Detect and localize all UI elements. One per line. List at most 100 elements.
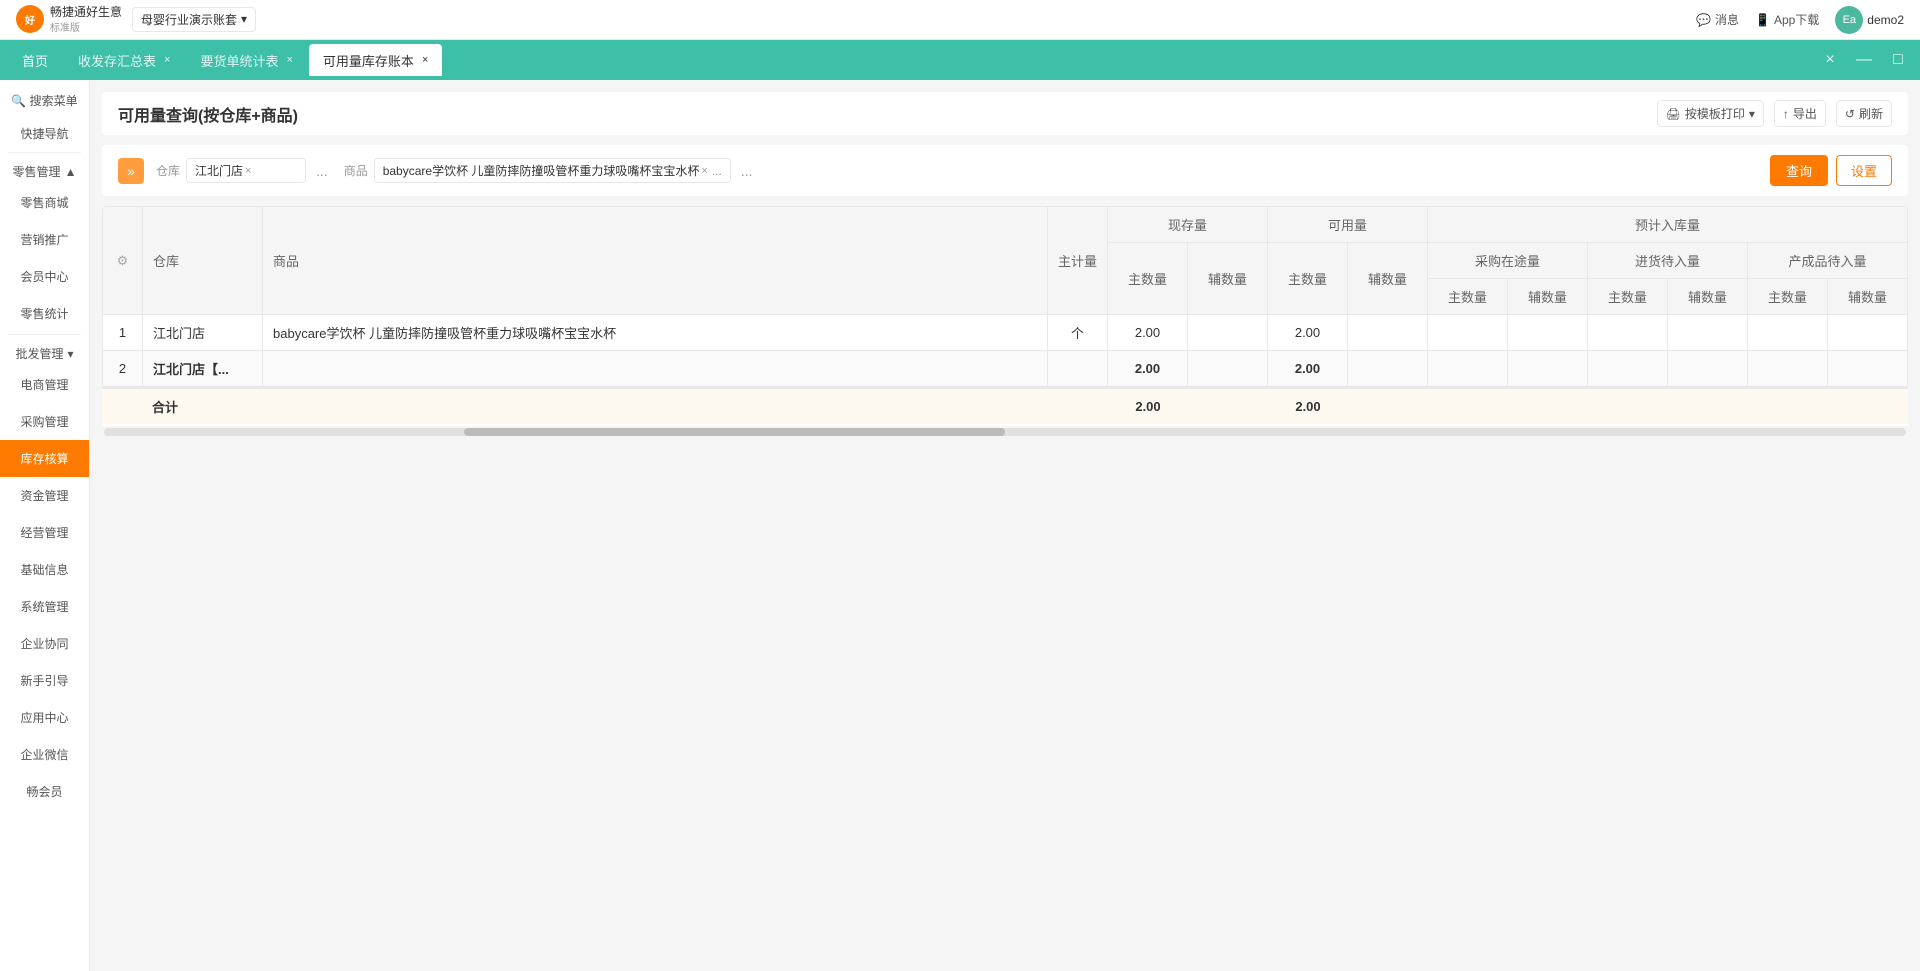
sidebar-item-inventory[interactable]: 库存核算 <box>0 440 89 477</box>
td-inbound-main-2 <box>1588 351 1668 387</box>
product-filter-tags[interactable]: babycare学饮杯 儿童防摔防撞吸管杯重力球吸嘴杯宝宝水杯 × ... <box>374 158 731 183</box>
product-more[interactable]: ... <box>712 164 722 178</box>
logo-sub: 标准版 <box>50 19 122 34</box>
td-unit-2 <box>1047 351 1107 387</box>
sidebar-quick-nav[interactable]: 快捷导航 <box>0 117 89 150</box>
logo-area: 好 畅捷通好生意 标准版 <box>16 5 122 34</box>
top-bar: 好 畅捷通好生意 标准版 母婴行业演示账套 ▾ 💬 消息 📱 App下载 Ea … <box>0 0 1920 40</box>
product-tag-1-close[interactable]: × <box>701 165 707 177</box>
sidebar-item-ecommerce-label: 电商管理 <box>20 376 68 393</box>
sidebar-item-member[interactable]: 会员中心 <box>0 258 89 295</box>
td-purchase-aux-1 <box>1508 315 1588 351</box>
nav-tabs: 首页 收发存汇总表 × 要货单统计表 × 可用量库存账本 × × — □ <box>0 40 1920 80</box>
sidebar-item-wholesale-label: 批发管理 <box>15 345 63 362</box>
td-avail-main-2: 2.00 <box>1268 351 1348 387</box>
td-warehouse-1: 江北门店 <box>143 315 263 351</box>
export-btn[interactable]: ↑ 导出 <box>1774 100 1826 127</box>
sidebar-item-wechat-label: 企业微信 <box>20 746 68 763</box>
tab-available-stock[interactable]: 可用量库存账本 × <box>309 44 442 76</box>
industry-label: 母婴行业演示账套 <box>141 11 237 28</box>
th-group-avail: 可用量 <box>1268 207 1428 243</box>
filter-expand-btn[interactable]: » <box>118 158 144 184</box>
sidebar-divider-1 <box>8 152 81 153</box>
td-stock-aux-1 <box>1188 315 1268 351</box>
tab-order-stats-close[interactable]: × <box>286 54 292 66</box>
sidebar-item-newbie[interactable]: 新手引导 <box>0 662 89 699</box>
warehouse-filter-tags[interactable]: 江北门店 × <box>186 158 306 183</box>
sidebar-item-ecommerce[interactable]: 电商管理 <box>0 366 89 403</box>
app-icon: 📱 <box>1755 13 1770 27</box>
tab-available-stock-close[interactable]: × <box>422 54 428 66</box>
sidebar-search-label: 搜索菜单 <box>30 94 78 108</box>
warehouse-filter-ellipsis[interactable]: ... <box>316 163 328 179</box>
data-table: ⚙ 仓库 商品 主计量 现存量 可用量 预计入库量 主数量 辅数量 主数量 辅数… <box>102 206 1908 387</box>
th-group-inbound: 进货待入量 <box>1588 243 1748 279</box>
th-main-unit: 主计量 <box>1047 207 1107 315</box>
footer-avail-main: 2.00 <box>1268 399 1348 414</box>
product-filter-ellipsis[interactable]: ... <box>741 163 753 179</box>
td-product-2 <box>263 351 1048 387</box>
print-btn[interactable]: 🖨 按模板打印 ▾ <box>1657 100 1764 127</box>
sidebar-search[interactable]: 🔍 搜索菜单 <box>0 84 89 117</box>
sidebar-item-purchase[interactable]: 采购管理 <box>0 403 89 440</box>
tab-home[interactable]: 首页 <box>8 44 62 76</box>
sidebar-divider-2 <box>8 334 81 335</box>
sidebar-item-vip[interactable]: 畅会员 <box>0 773 89 810</box>
th-stock-main: 主数量 <box>1108 243 1188 315</box>
message-icon: 💬 <box>1696 13 1711 27</box>
th-product: 商品 <box>263 207 1048 315</box>
sidebar-item-enterprise[interactable]: 企业协同 <box>0 625 89 662</box>
td-purchase-main-1 <box>1428 315 1508 351</box>
th-avail-aux: 辅数量 <box>1348 243 1428 315</box>
th-stock-aux: 辅数量 <box>1188 243 1268 315</box>
warehouse-tag-1: 江北门店 × <box>195 162 251 179</box>
th-group-stock: 现存量 <box>1108 207 1268 243</box>
sidebar-item-operations[interactable]: 经营管理 <box>0 514 89 551</box>
nav-minimize-btn[interactable]: — <box>1850 46 1878 74</box>
sidebar-item-retail-stats[interactable]: 零售统计 <box>0 295 89 332</box>
sidebar-item-system[interactable]: 系统管理 <box>0 588 89 625</box>
sidebar-item-retail[interactable]: 零售管理 ▲ <box>0 155 89 184</box>
filter-actions: 查询 设置 <box>1770 155 1892 186</box>
search-icon: 🔍 <box>11 94 26 108</box>
sidebar-item-wechat[interactable]: 企业微信 <box>0 736 89 773</box>
sidebar-item-marketing-label: 营销推广 <box>20 231 68 248</box>
tab-order-stats[interactable]: 要货单统计表 × <box>186 44 306 76</box>
sidebar-item-retail-stats-label: 零售统计 <box>20 305 68 322</box>
scrollbar-track <box>104 428 1906 436</box>
industry-selector[interactable]: 母婴行业演示账套 ▾ <box>132 7 256 32</box>
settings-button[interactable]: 设置 <box>1836 155 1892 186</box>
sidebar-item-system-label: 系统管理 <box>20 598 68 615</box>
refresh-btn[interactable]: ↺ 刷新 <box>1836 100 1892 127</box>
nav-maximize-btn[interactable]: □ <box>1884 46 1912 74</box>
sidebar-item-purchase-label: 采购管理 <box>20 413 68 430</box>
sidebar-item-marketing[interactable]: 营销推广 <box>0 221 89 258</box>
user-area[interactable]: Ea demo2 <box>1835 6 1904 34</box>
sidebar-item-enterprise-label: 企业协同 <box>20 635 68 652</box>
app-download-btn[interactable]: 📱 App下载 <box>1755 11 1819 28</box>
product-filter-group: 商品 babycare学饮杯 儿童防摔防撞吸管杯重力球吸嘴杯宝宝水杯 × ...… <box>344 158 757 183</box>
sidebar-item-retail-label: 零售管理 <box>13 163 61 180</box>
sidebar-item-finance[interactable]: 资金管理 <box>0 477 89 514</box>
query-button[interactable]: 查询 <box>1770 155 1828 186</box>
scrollbar-thumb[interactable] <box>464 428 1005 436</box>
horizontal-scrollbar[interactable] <box>102 426 1908 438</box>
message-btn[interactable]: 💬 消息 <box>1696 11 1739 28</box>
sidebar-item-basic[interactable]: 基础信息 <box>0 551 89 588</box>
print-arrow: ▾ <box>1749 107 1755 121</box>
tab-receivable-close[interactable]: × <box>164 54 170 66</box>
table-footer: 合计 2.00 2.00 <box>102 387 1908 424</box>
th-settings-gear[interactable]: ⚙ <box>103 207 143 315</box>
tab-receivable[interactable]: 收发存汇总表 × <box>64 44 184 76</box>
sidebar-item-retail-mall[interactable]: 零售商城 <box>0 184 89 221</box>
warehouse-tag-1-close[interactable]: × <box>245 165 251 177</box>
sidebar-item-wholesale[interactable]: 批发管理 ▾ <box>0 337 89 366</box>
nav-close-btn[interactable]: × <box>1816 46 1844 74</box>
settings-gear-icon[interactable]: ⚙ <box>117 253 129 268</box>
td-purchase-main-2 <box>1428 351 1508 387</box>
td-inbound-aux-2 <box>1668 351 1748 387</box>
th-group-purchase: 采购在途量 <box>1428 243 1588 279</box>
td-inbound-main-1 <box>1588 315 1668 351</box>
sidebar-item-apps[interactable]: 应用中心 <box>0 699 89 736</box>
expand-icon: » <box>127 163 135 179</box>
